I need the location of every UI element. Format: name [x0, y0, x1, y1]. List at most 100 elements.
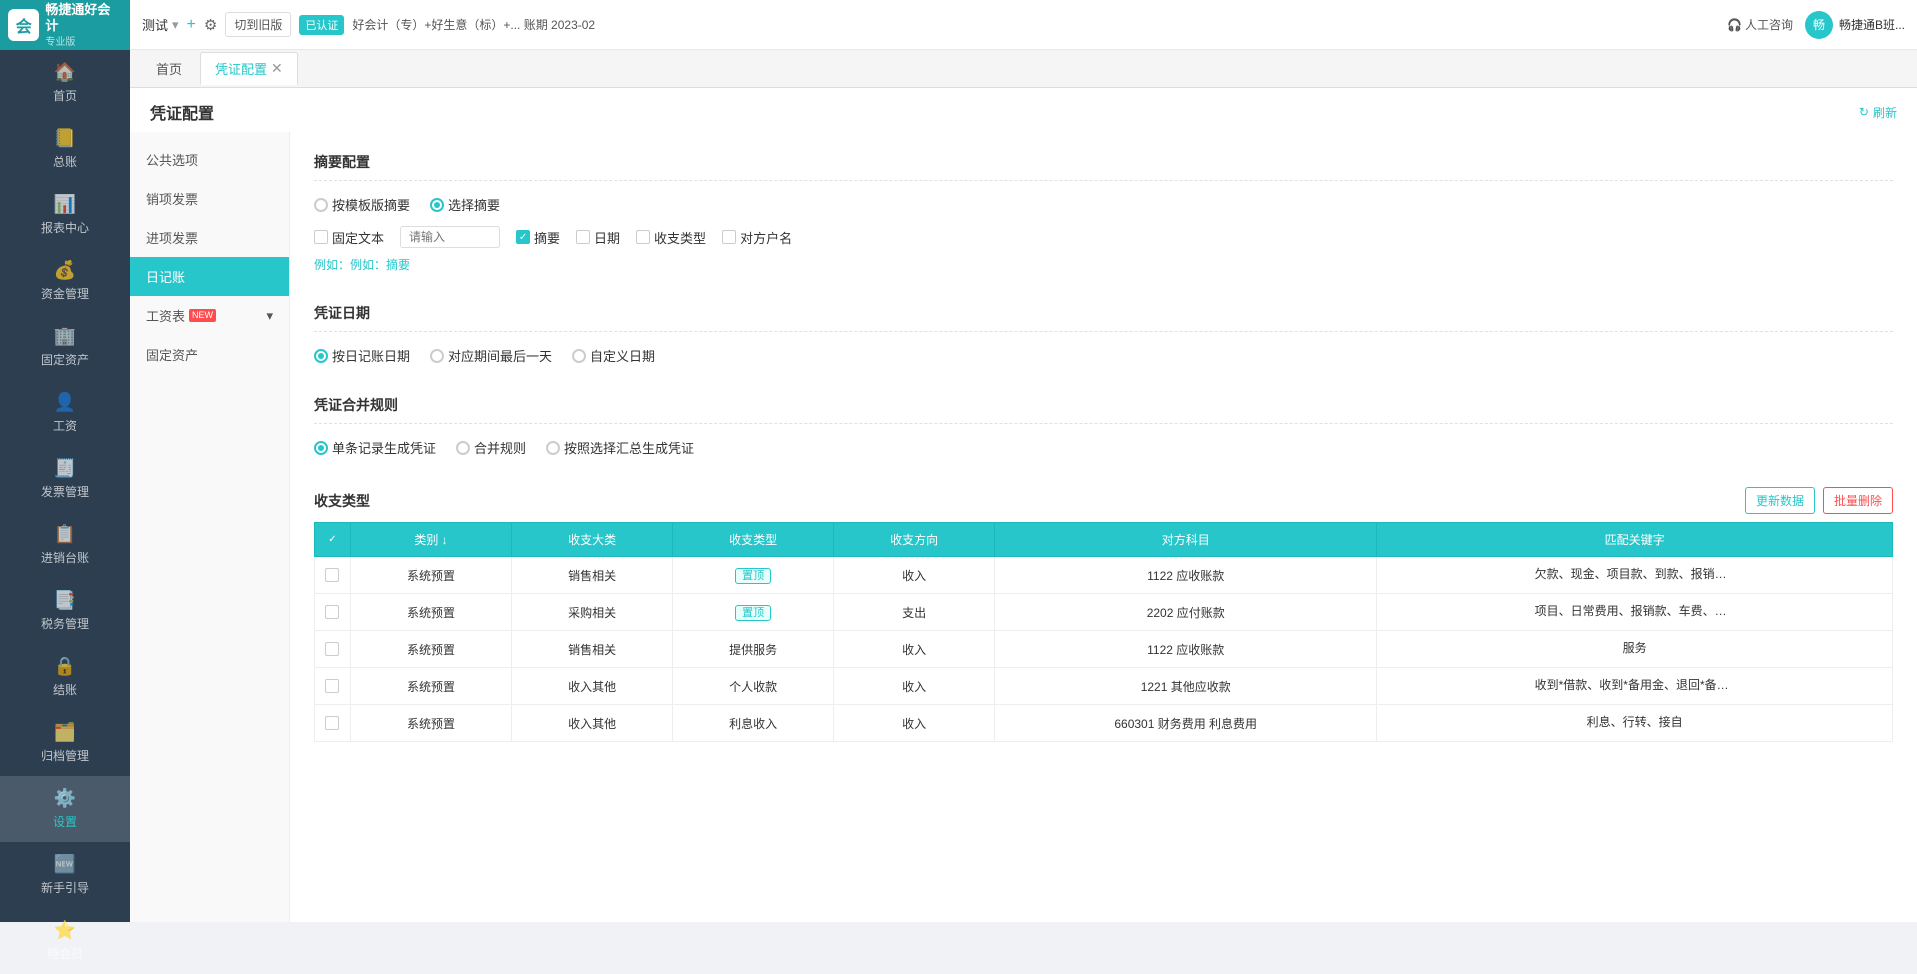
sidebar-item-funds[interactable]: 💰 资金管理 — [0, 248, 130, 314]
checkbox-box-summary: ✓ — [516, 230, 530, 244]
page-title: 凭证配置 — [150, 100, 214, 124]
left-nav: 公共选项 销项发票 进项发票 日记账 工资表 NEW — [130, 132, 290, 922]
guide-icon: 🆕 — [54, 854, 76, 875]
user-menu[interactable]: 畅 畅捷通B班... — [1805, 11, 1905, 39]
sidebar-item-label: 进销台账 — [41, 549, 89, 566]
company-name: 测试 ▾ — [142, 15, 179, 34]
scroll-container[interactable]: 公共选项 销项发票 进项发票 日记账 工资表 NEW — [130, 132, 1917, 922]
type-tag: 置顶 — [735, 568, 771, 584]
sidebar-item-reports[interactable]: 📊 报表中心 — [0, 182, 130, 248]
radio-diary-date[interactable]: 按日记账日期 — [314, 346, 410, 365]
sidebar-item-invoice[interactable]: 🧾 发票管理 — [0, 446, 130, 512]
row-checkbox[interactable] — [325, 716, 339, 730]
sidebar-item-settings[interactable]: ⚙️ 设置 — [0, 776, 130, 842]
cell-category: 系统预置 — [351, 631, 512, 668]
example-text: 例如：例如：摘要 — [314, 256, 1893, 273]
payment-section: 收支类型 更新数据 批量删除 ✓ — [314, 487, 1893, 742]
sidebar-item-archive[interactable]: 🗂️ 归档管理 — [0, 710, 130, 776]
sidebar-item-member[interactable]: ⭐ 畅会员 — [0, 908, 130, 974]
radio-summary-generate[interactable]: 按照选择汇总生成凭证 — [546, 438, 694, 457]
sidebar-item-purchase[interactable]: 📋 进销台账 — [0, 512, 130, 578]
merge-section: 凭证合并规则 单条记录生成凭证 合并规则 — [314, 395, 1893, 457]
invoice-icon: 🧾 — [54, 458, 76, 479]
table-row: 系统预置收入其他个人收款收入1221 其他应收款收到*借款、收到*备用金、退回*… — [315, 668, 1893, 705]
sidebar-item-label: 工资 — [53, 417, 77, 434]
left-nav-purchase-invoice[interactable]: 进项发票 — [130, 218, 289, 257]
radio-select-summary[interactable]: 选择摘要 — [430, 195, 500, 214]
fixed-text-input[interactable] — [400, 226, 500, 248]
gear-icon[interactable]: ⚙ — [204, 16, 217, 34]
left-nav-public[interactable]: 公共选项 — [130, 140, 289, 179]
expand-icon: ▾ — [266, 308, 273, 324]
radio-single-record[interactable]: 单条记录生成凭证 — [314, 438, 436, 457]
sidebar-item-closing[interactable]: 🔒 结账 — [0, 644, 130, 710]
radio-circle-single — [314, 441, 328, 455]
cell-category: 系统预置 — [351, 668, 512, 705]
user-name: 畅捷通B班... — [1839, 16, 1905, 33]
add-button[interactable]: + — [187, 16, 196, 34]
cell-major: 收入其他 — [512, 705, 673, 742]
cell-account: 1122 应收账款 — [995, 557, 1377, 594]
sidebar-item-ledger[interactable]: 📒 总账 — [0, 116, 130, 182]
col-type: 收支类型 — [673, 523, 834, 557]
merge-section-title: 凭证合并规则 — [314, 395, 1893, 424]
new-badge: NEW — [189, 309, 216, 322]
left-nav-sales-invoice[interactable]: 销项发票 — [130, 179, 289, 218]
radio-period-last-day[interactable]: 对应期间最后一天 — [430, 346, 552, 365]
topbar: 测试 ▾ + ⚙ 切到旧版 已认证 好会计（专）+好生意（标）+... 账期 2… — [130, 0, 1917, 50]
row-checkbox[interactable] — [325, 642, 339, 656]
fixed-text-checkbox[interactable]: 固定文本 — [314, 228, 384, 247]
help-button[interactable]: 🎧 人工咨询 — [1727, 16, 1793, 33]
dropdown-arrow-icon: ▾ — [172, 17, 179, 33]
reports-icon: 📊 — [54, 194, 76, 215]
select-all-checkbox[interactable]: ✓ — [326, 533, 340, 547]
row-checkbox[interactable] — [325, 679, 339, 693]
date-checkbox[interactable]: 日期 — [576, 228, 620, 247]
sidebar-item-assets[interactable]: 🏢 固定资产 — [0, 314, 130, 380]
switch-version-button[interactable]: 切到旧版 — [225, 12, 291, 37]
summary-checkbox[interactable]: ✓ 摘要 — [516, 228, 560, 247]
funds-icon: 💰 — [54, 260, 76, 281]
cell-type: 个人收款 — [673, 668, 834, 705]
sidebar-item-label: 首页 — [53, 87, 77, 104]
content-area: 首页 凭证配置 ✕ 凭证配置 ↻ 刷新 公共选项 — [130, 50, 1917, 922]
refresh-button[interactable]: ↻ 刷新 — [1859, 104, 1897, 121]
assets-icon: 🏢 — [54, 326, 76, 347]
cell-direction: 支出 — [834, 594, 995, 631]
sidebar-item-guide[interactable]: 🆕 新手引导 — [0, 842, 130, 908]
left-nav-fixed-assets[interactable]: 固定资产 — [130, 335, 289, 374]
merge-radio-group: 单条记录生成凭证 合并规则 按照选择汇总生成凭证 — [314, 438, 1893, 457]
cell-type: 置顶 — [673, 557, 834, 594]
settings-icon: ⚙️ — [54, 788, 76, 809]
row-checkbox[interactable] — [325, 605, 339, 619]
salary-icon: 👤 — [54, 392, 76, 413]
payment-type-checkbox[interactable]: 收支类型 — [636, 228, 706, 247]
tab-home[interactable]: 首页 — [142, 53, 196, 84]
update-data-button[interactable]: 更新数据 — [1745, 487, 1815, 514]
radio-merge-rules[interactable]: 合并规则 — [456, 438, 526, 457]
batch-delete-button[interactable]: 批量删除 — [1823, 487, 1893, 514]
radio-circle-select — [430, 198, 444, 212]
cell-direction: 收入 — [834, 631, 995, 668]
left-nav-diary[interactable]: 日记账 — [130, 257, 289, 296]
payment-table: ✓ 类别 ↓ 收支大类 收支类型 收支方向 对方科目 匹配关键字 — [314, 522, 1893, 742]
cell-major: 销售相关 — [512, 631, 673, 668]
cell-category: 系统预置 — [351, 557, 512, 594]
sidebar-item-label: 报表中心 — [41, 219, 89, 236]
radio-custom-date[interactable]: 自定义日期 — [572, 346, 655, 365]
radio-template-summary[interactable]: 按模板版摘要 — [314, 195, 410, 214]
row-checkbox[interactable] — [325, 568, 339, 582]
cell-type: 利息收入 — [673, 705, 834, 742]
tab-close-icon[interactable]: ✕ — [271, 60, 283, 77]
counterparty-checkbox[interactable]: 对方户名 — [722, 228, 792, 247]
tab-voucher-config[interactable]: 凭证配置 ✕ — [200, 52, 298, 85]
cell-account: 1221 其他应收款 — [995, 668, 1377, 705]
sidebar-item-salary[interactable]: 👤 工资 — [0, 380, 130, 446]
headset-icon: 🎧 — [1727, 18, 1742, 32]
sidebar-item-home[interactable]: 🏠 首页 — [0, 50, 130, 116]
sidebar-item-tax[interactable]: 📑 税务管理 — [0, 578, 130, 644]
logo-icon: 会 — [8, 9, 39, 41]
left-nav-payroll[interactable]: 工资表 NEW ▾ — [130, 296, 289, 335]
sidebar-item-label: 固定资产 — [41, 351, 89, 368]
summary-checkbox-group: 固定文本 ✓ 摘要 日期 — [314, 226, 1893, 248]
